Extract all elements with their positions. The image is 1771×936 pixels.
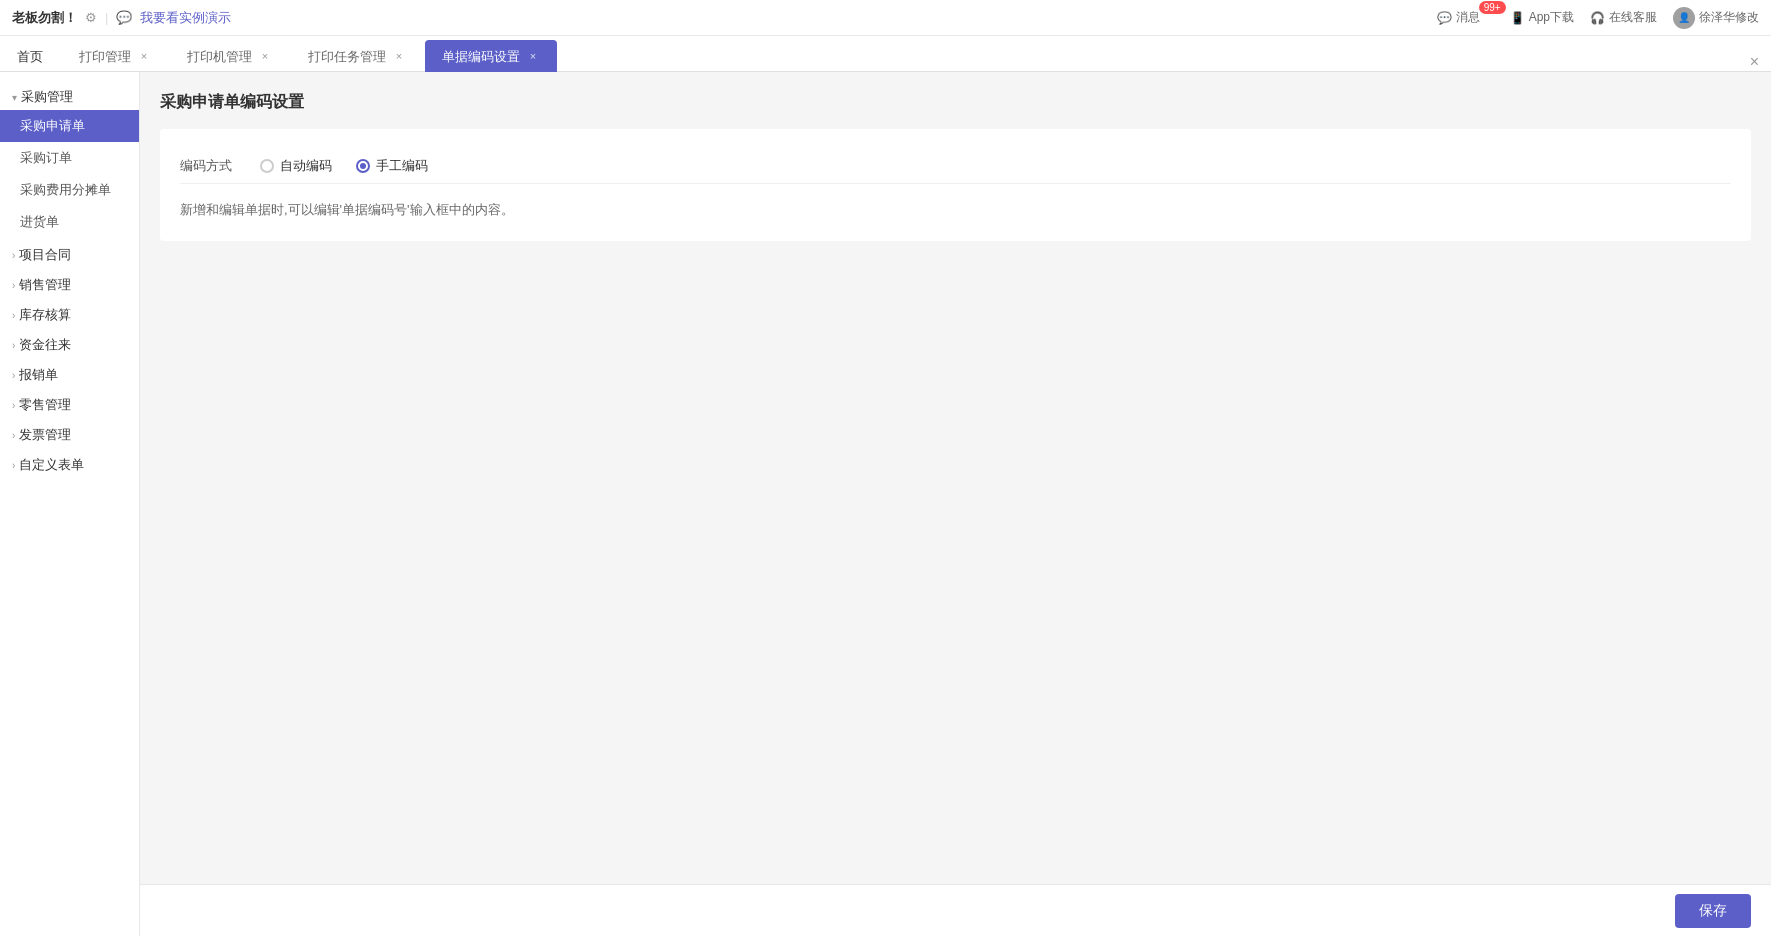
tab-bar: 首页 打印管理 × 打印机管理 × 打印任务管理 × 单据编码设置 × × xyxy=(0,36,1771,72)
encoding-row: 编码方式 自动编码 手工编码 xyxy=(180,149,1731,184)
encoding-label: 编码方式 xyxy=(180,157,240,175)
sidebar-group-project-contract-arrow: › xyxy=(12,250,15,261)
sidebar-group-sales-mgmt-label: 销售管理 xyxy=(19,276,71,294)
top-bar: 老板勿割！ ⚙ | 💬 我要看实例演示 💬 消息 99+ 📱 App下载 🎧 在… xyxy=(0,0,1771,36)
message-label: 消息 xyxy=(1456,9,1480,26)
user-info[interactable]: 👤 徐泽华修改 xyxy=(1673,7,1759,29)
sidebar-group-custom-forms-label: 自定义表单 xyxy=(19,456,84,474)
radio-manual-circle xyxy=(356,159,370,173)
demo-icon: 💬 xyxy=(116,10,132,25)
radio-auto-encoding[interactable]: 自动编码 xyxy=(260,157,332,175)
settings-card: 编码方式 自动编码 手工编码 新增和编辑单据时,可以编辑'单据编码号'输入框中的… xyxy=(160,129,1751,241)
tab-print-mgmt-label: 打印管理 xyxy=(79,48,131,66)
sidebar-group-retail-mgmt[interactable]: › 零售管理 xyxy=(0,388,139,418)
sidebar-item-purchase-order-label: 采购订单 xyxy=(20,150,72,165)
bottom-bar: 保存 xyxy=(140,884,1771,936)
tab-barcode-settings[interactable]: 单据编码设置 × xyxy=(425,40,557,72)
sidebar: ▾ 采购管理 采购申请单 采购订单 采购费用分摊单 进货单 › 项目合同 › 销… xyxy=(0,72,140,936)
top-bar-left: 老板勿割！ ⚙ | 💬 我要看实例演示 xyxy=(12,9,231,27)
online-service-label: 在线客服 xyxy=(1609,9,1657,26)
avatar: 👤 xyxy=(1673,7,1695,29)
main-layout: ▾ 采购管理 采购申请单 采购订单 采购费用分摊单 进货单 › 项目合同 › 销… xyxy=(0,72,1771,936)
settings-icon[interactable]: ⚙ xyxy=(85,10,97,25)
online-service-button[interactable]: 🎧 在线客服 xyxy=(1590,9,1657,26)
headset-icon: 🎧 xyxy=(1590,11,1605,25)
tab-print-mgmt-close[interactable]: × xyxy=(137,50,151,64)
sidebar-group-purchase[interactable]: ▾ 采购管理 xyxy=(0,80,139,110)
sidebar-item-purchase-request[interactable]: 采购申请单 xyxy=(0,110,139,142)
sidebar-group-inventory-label: 库存核算 xyxy=(19,306,71,324)
app-download-label: App下载 xyxy=(1529,9,1574,26)
tab-print-mgmt[interactable]: 打印管理 × xyxy=(62,40,168,72)
top-bar-divider: | xyxy=(105,10,108,25)
message-icon: 💬 xyxy=(1437,11,1452,25)
sidebar-group-capital-arrow: › xyxy=(12,340,15,351)
sidebar-section-purchase: ▾ 采购管理 采购申请单 采购订单 采购费用分摊单 进货单 xyxy=(0,80,139,238)
sidebar-group-invoice-mgmt[interactable]: › 发票管理 xyxy=(0,418,139,448)
app-download-button[interactable]: 📱 App下载 xyxy=(1510,9,1574,26)
message-button[interactable]: 💬 消息 99+ xyxy=(1437,9,1494,26)
radio-manual-encoding[interactable]: 手工编码 xyxy=(356,157,428,175)
sidebar-group-sales-mgmt[interactable]: › 销售管理 xyxy=(0,268,139,298)
sidebar-group-retail-mgmt-arrow: › xyxy=(12,400,15,411)
user-name: 徐泽华修改 xyxy=(1699,9,1759,26)
sidebar-group-custom-forms-arrow: › xyxy=(12,460,15,471)
radio-manual-label: 手工编码 xyxy=(376,157,428,175)
sidebar-group-returns-label: 报销单 xyxy=(19,366,58,384)
tab-printer-mgmt-label: 打印机管理 xyxy=(187,48,252,66)
tab-barcode-settings-close[interactable]: × xyxy=(526,50,540,64)
sidebar-group-custom-forms[interactable]: › 自定义表单 xyxy=(0,448,139,478)
demo-text[interactable]: 我要看实例演示 xyxy=(140,9,231,27)
tab-print-task-mgmt-label: 打印任务管理 xyxy=(308,48,386,66)
sidebar-group-project-contract-label: 项目合同 xyxy=(19,246,71,264)
hint-text: 新增和编辑单据时,可以编辑'单据编码号'输入框中的内容。 xyxy=(180,200,1731,221)
page-title: 采购申请单编码设置 xyxy=(160,92,1751,113)
sidebar-group-returns-arrow: › xyxy=(12,370,15,381)
radio-group-encoding: 自动编码 手工编码 xyxy=(260,157,428,175)
message-badge: 99+ xyxy=(1479,1,1506,14)
sidebar-group-invoice-mgmt-label: 发票管理 xyxy=(19,426,71,444)
sidebar-group-returns[interactable]: › 报销单 xyxy=(0,358,139,388)
sidebar-group-retail-mgmt-label: 零售管理 xyxy=(19,396,71,414)
tab-printer-mgmt[interactable]: 打印机管理 × xyxy=(170,40,289,72)
top-bar-right: 💬 消息 99+ 📱 App下载 🎧 在线客服 👤 徐泽华修改 xyxy=(1437,7,1759,29)
radio-auto-label: 自动编码 xyxy=(280,157,332,175)
sidebar-item-purchase-order[interactable]: 采购订单 xyxy=(0,142,139,174)
sidebar-group-invoice-mgmt-arrow: › xyxy=(12,430,15,441)
app-icon: 📱 xyxy=(1510,11,1525,25)
sidebar-item-receipt-label: 进货单 xyxy=(20,214,59,229)
radio-auto-circle xyxy=(260,159,274,173)
sidebar-group-project-contract[interactable]: › 项目合同 xyxy=(0,238,139,268)
tab-barcode-settings-label: 单据编码设置 xyxy=(442,48,520,66)
sidebar-group-purchase-label: 采购管理 xyxy=(21,88,73,106)
sidebar-group-inventory[interactable]: › 库存核算 xyxy=(0,298,139,328)
content-main: 采购申请单编码设置 编码方式 自动编码 手工编码 xyxy=(140,72,1771,884)
save-button[interactable]: 保存 xyxy=(1675,894,1751,928)
sidebar-item-receipt[interactable]: 进货单 xyxy=(0,206,139,238)
tab-printer-mgmt-close[interactable]: × xyxy=(258,50,272,64)
content-area: 采购申请单编码设置 编码方式 自动编码 手工编码 xyxy=(140,72,1771,936)
sidebar-item-purchase-expense[interactable]: 采购费用分摊单 xyxy=(0,174,139,206)
sidebar-group-purchase-arrow: ▾ xyxy=(12,92,17,103)
home-tab-label: 首页 xyxy=(17,48,43,66)
sidebar-group-capital-label: 资金往来 xyxy=(19,336,71,354)
sidebar-item-purchase-request-label: 采购申请单 xyxy=(20,118,85,133)
tab-print-task-mgmt-close[interactable]: × xyxy=(392,50,406,64)
sidebar-group-capital[interactable]: › 资金往来 xyxy=(0,328,139,358)
sidebar-group-inventory-arrow: › xyxy=(12,310,15,321)
sidebar-group-sales-mgmt-arrow: › xyxy=(12,280,15,291)
tab-home[interactable]: 首页 xyxy=(0,40,60,72)
sidebar-item-purchase-expense-label: 采购费用分摊单 xyxy=(20,182,111,197)
close-all-tabs-button[interactable]: × xyxy=(1738,53,1771,71)
tab-print-task-mgmt[interactable]: 打印任务管理 × xyxy=(291,40,423,72)
logo-text: 老板勿割！ xyxy=(12,9,77,27)
